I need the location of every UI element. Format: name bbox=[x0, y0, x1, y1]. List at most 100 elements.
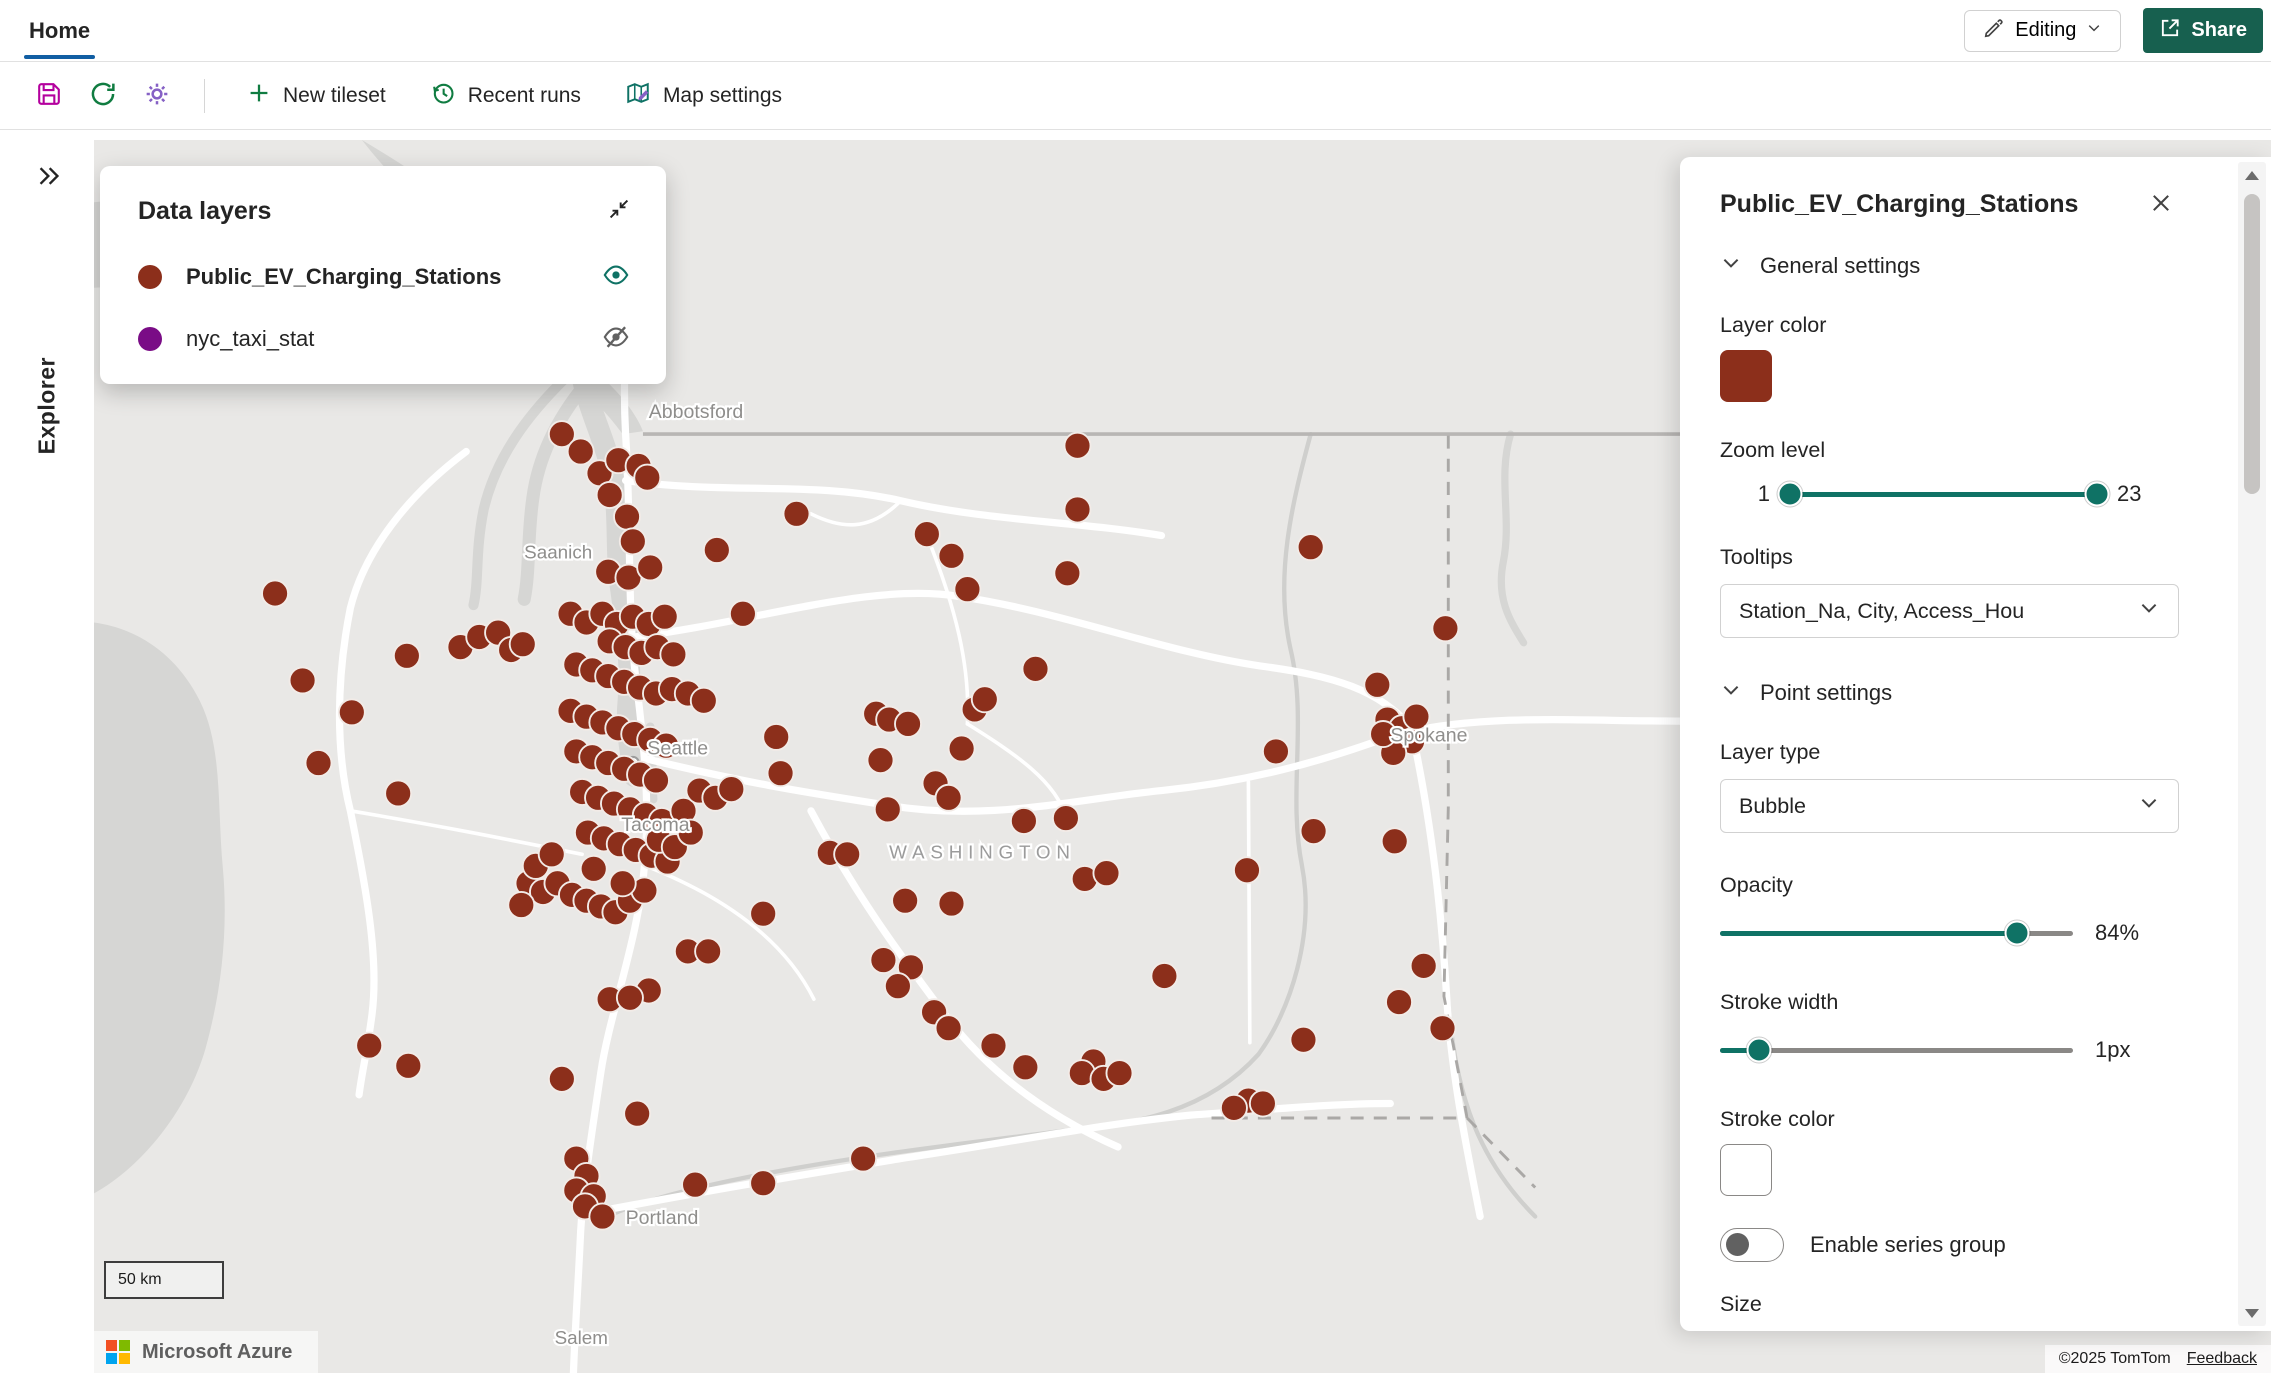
section-general-settings[interactable]: General settings bbox=[1720, 251, 2179, 281]
ev-station-point[interactable] bbox=[1290, 1027, 1316, 1053]
ev-station-point[interactable] bbox=[1301, 818, 1327, 844]
series-group-toggle[interactable] bbox=[1720, 1228, 1784, 1262]
ev-station-point[interactable] bbox=[290, 667, 316, 693]
ev-station-point[interactable] bbox=[949, 735, 975, 761]
zoom-slider-handle-min[interactable] bbox=[1778, 482, 1803, 507]
ev-station-point[interactable] bbox=[980, 1033, 1006, 1059]
ev-station-point[interactable] bbox=[1011, 808, 1037, 834]
ev-station-point[interactable] bbox=[895, 711, 921, 737]
ev-station-point[interactable] bbox=[617, 985, 643, 1011]
ev-station-point[interactable] bbox=[1064, 496, 1090, 522]
ev-station-point[interactable] bbox=[1053, 805, 1079, 831]
layer-type-dropdown[interactable]: Bubble bbox=[1720, 779, 2179, 833]
ev-station-point[interactable] bbox=[1064, 433, 1090, 459]
ev-station-point[interactable] bbox=[870, 947, 896, 973]
ev-station-point[interactable] bbox=[834, 841, 860, 867]
ev-station-point[interactable] bbox=[914, 521, 940, 547]
ev-station-point[interactable] bbox=[1364, 672, 1390, 698]
ev-station-point[interactable] bbox=[395, 1053, 421, 1079]
panel-scrollbar[interactable] bbox=[2238, 162, 2266, 1326]
ev-station-point[interactable] bbox=[718, 776, 744, 802]
layer-color-swatch[interactable] bbox=[1720, 350, 1772, 402]
ev-station-point[interactable] bbox=[1234, 857, 1260, 883]
ev-station-point[interactable] bbox=[305, 750, 331, 776]
ev-station-point[interactable] bbox=[262, 580, 288, 606]
ev-station-point[interactable] bbox=[643, 767, 669, 793]
collapse-panel-button[interactable] bbox=[602, 194, 636, 228]
feedback-link[interactable]: Feedback bbox=[2187, 1350, 2257, 1368]
ev-station-point[interactable] bbox=[850, 1146, 876, 1172]
opacity-slider-track[interactable] bbox=[1720, 931, 2073, 936]
ev-station-point[interactable] bbox=[624, 1101, 650, 1127]
ev-station-point[interactable] bbox=[1093, 860, 1119, 886]
ev-station-point[interactable] bbox=[620, 528, 646, 554]
ev-station-point[interactable] bbox=[1382, 828, 1408, 854]
ev-station-point[interactable] bbox=[750, 901, 776, 927]
ev-station-point[interactable] bbox=[1298, 534, 1324, 560]
opacity-slider-handle[interactable] bbox=[2004, 921, 2029, 946]
new-tileset-button[interactable]: New tileset bbox=[229, 73, 404, 119]
ev-station-point[interactable] bbox=[1429, 1015, 1455, 1041]
ev-station-point[interactable] bbox=[682, 1172, 708, 1198]
ev-station-point[interactable] bbox=[867, 747, 893, 773]
ev-station-point[interactable] bbox=[549, 1066, 575, 1092]
ev-station-point[interactable] bbox=[610, 870, 636, 896]
ev-station-point[interactable] bbox=[875, 796, 901, 822]
ev-station-point[interactable] bbox=[763, 724, 789, 750]
ev-station-point[interactable] bbox=[1250, 1090, 1276, 1116]
ev-station-point[interactable] bbox=[1386, 989, 1412, 1015]
ev-station-point[interactable] bbox=[1151, 963, 1177, 989]
ev-station-point[interactable] bbox=[750, 1170, 776, 1196]
ev-station-point[interactable] bbox=[704, 537, 730, 563]
scroll-up-button[interactable] bbox=[2238, 162, 2266, 188]
stroke-width-slider-handle[interactable] bbox=[1746, 1038, 1771, 1063]
ev-station-point[interactable] bbox=[508, 892, 534, 918]
layer-row-nyc-taxi[interactable]: nyc_taxi_stat bbox=[100, 308, 666, 370]
ev-station-point[interactable] bbox=[1221, 1095, 1247, 1121]
section-point-settings[interactable]: Point settings bbox=[1720, 678, 2179, 708]
tab-home[interactable]: Home bbox=[24, 3, 95, 59]
refresh-button[interactable] bbox=[80, 73, 126, 119]
ev-station-point[interactable] bbox=[695, 938, 721, 964]
settings-button[interactable] bbox=[134, 73, 180, 119]
ev-station-point[interactable] bbox=[614, 504, 640, 530]
ev-station-point[interactable] bbox=[892, 888, 918, 914]
ev-station-point[interactable] bbox=[385, 780, 411, 806]
ev-station-point[interactable] bbox=[589, 1203, 615, 1229]
ev-station-point[interactable] bbox=[954, 576, 980, 602]
ev-station-point[interactable] bbox=[1012, 1054, 1038, 1080]
ev-station-point[interactable] bbox=[652, 604, 678, 630]
ev-station-point[interactable] bbox=[1263, 738, 1289, 764]
ev-station-point[interactable] bbox=[568, 438, 594, 464]
ev-station-point[interactable] bbox=[394, 643, 420, 669]
ev-station-point[interactable] bbox=[356, 1033, 382, 1059]
ev-station-point[interactable] bbox=[972, 686, 998, 712]
editing-mode-button[interactable]: Editing bbox=[1964, 10, 2121, 52]
zoom-slider-track[interactable] bbox=[1790, 492, 2097, 497]
toggle-visibility-button[interactable] bbox=[596, 319, 636, 359]
ev-station-point[interactable] bbox=[660, 641, 686, 667]
layer-row-ev-stations[interactable]: Public_EV_Charging_Stations bbox=[100, 246, 666, 308]
save-button[interactable] bbox=[26, 73, 72, 119]
ev-station-point[interactable] bbox=[938, 891, 964, 917]
ev-station-point[interactable] bbox=[510, 631, 536, 657]
ev-station-point[interactable] bbox=[936, 785, 962, 811]
scrollbar-thumb[interactable] bbox=[2244, 194, 2260, 494]
ev-station-point[interactable] bbox=[597, 482, 623, 508]
ev-station-point[interactable] bbox=[539, 841, 565, 867]
toggle-visibility-button[interactable] bbox=[596, 257, 636, 297]
ev-station-point[interactable] bbox=[768, 760, 794, 786]
ev-station-point[interactable] bbox=[581, 856, 607, 882]
ev-station-point[interactable] bbox=[1432, 615, 1458, 641]
ev-station-point[interactable] bbox=[885, 973, 911, 999]
ev-station-point[interactable] bbox=[339, 699, 365, 725]
ev-station-point[interactable] bbox=[1054, 560, 1080, 586]
ev-station-point[interactable] bbox=[691, 688, 717, 714]
ev-station-point[interactable] bbox=[938, 543, 964, 569]
ev-station-point[interactable] bbox=[1106, 1060, 1132, 1086]
ev-station-point[interactable] bbox=[634, 465, 660, 491]
map-settings-button[interactable]: Map settings bbox=[607, 73, 800, 119]
tooltips-dropdown[interactable]: Station_Na, City, Access_Hou bbox=[1720, 584, 2179, 638]
ev-station-point[interactable] bbox=[783, 501, 809, 527]
ev-station-point[interactable] bbox=[1022, 656, 1048, 682]
